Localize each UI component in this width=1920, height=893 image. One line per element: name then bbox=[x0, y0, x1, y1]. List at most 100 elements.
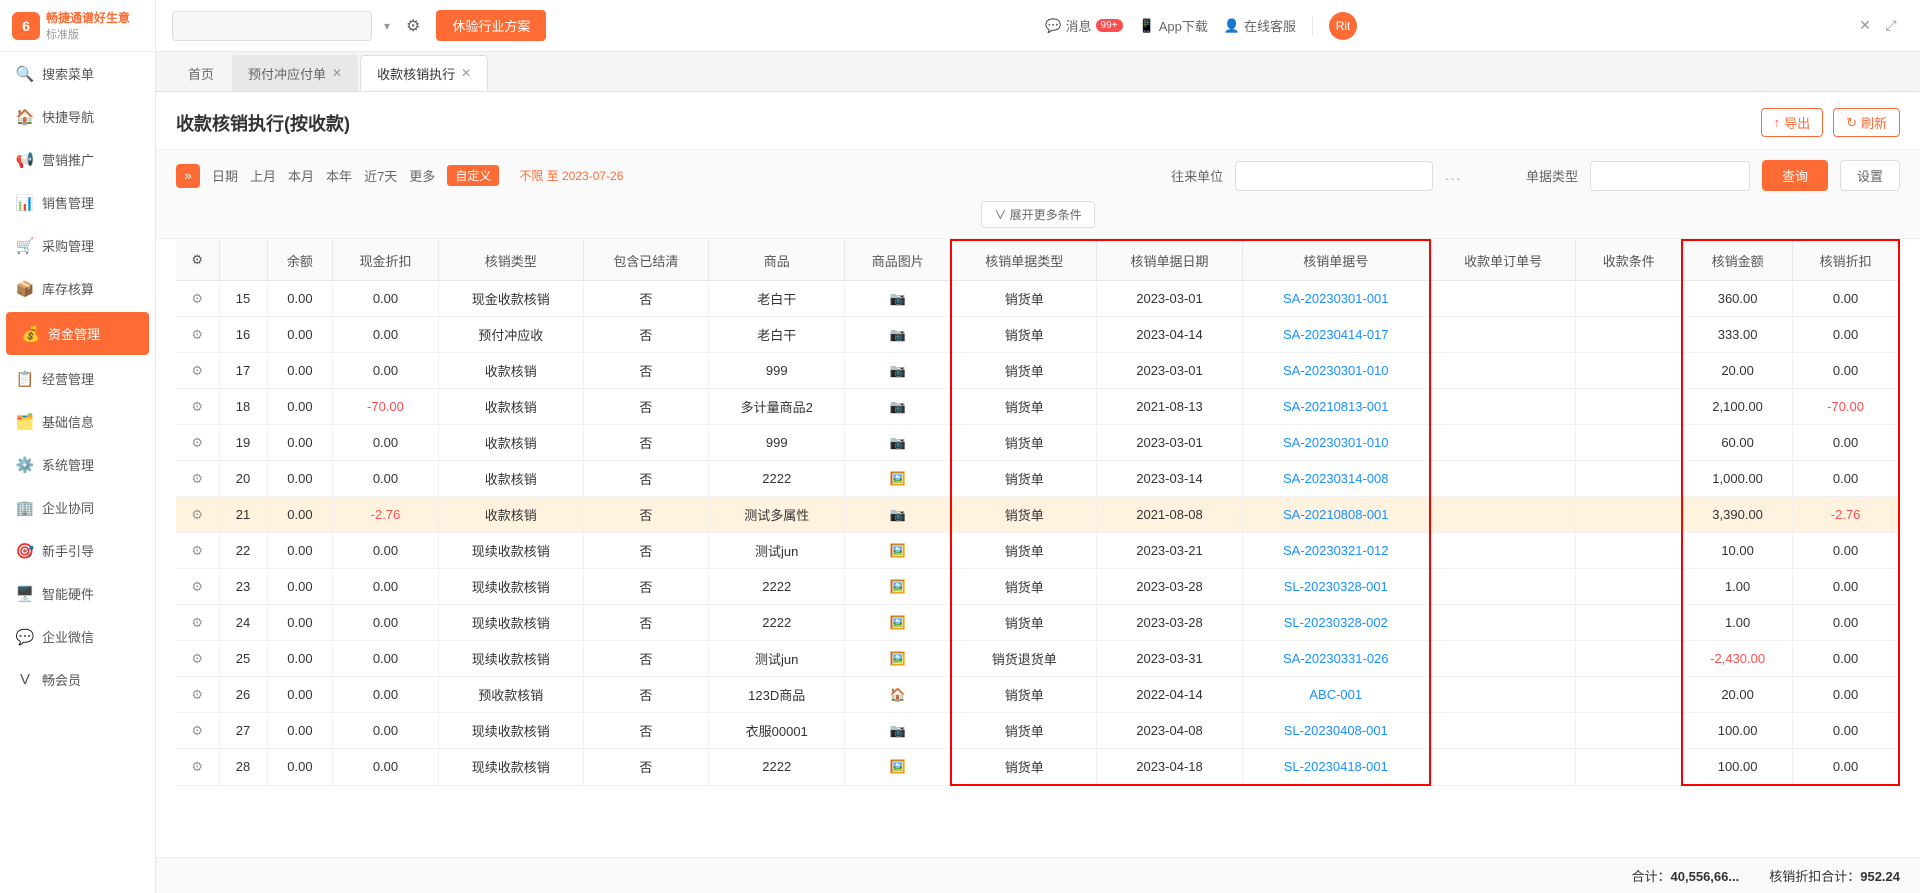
tab-close-icon[interactable]: ✕ bbox=[332, 66, 342, 80]
gear-icon[interactable]: ⚙ bbox=[191, 759, 203, 774]
export-button[interactable]: ↑ 导出 bbox=[1761, 108, 1824, 137]
table-cell[interactable]: SA-20210808-001 bbox=[1242, 497, 1430, 533]
bill-no-link[interactable]: SL-20230418-001 bbox=[1284, 759, 1388, 774]
gear-icon[interactable]: ⚙ bbox=[191, 399, 203, 414]
gear-icon[interactable]: ⚙ bbox=[191, 579, 203, 594]
table-cell[interactable]: SA-20230301-001 bbox=[1242, 281, 1430, 317]
bill-no-link[interactable]: SA-20210808-001 bbox=[1283, 507, 1389, 522]
gear-icon[interactable]: ⚙ bbox=[191, 723, 203, 738]
filter-expand-button[interactable]: » bbox=[176, 164, 200, 188]
gear-icon[interactable]: ⚙ bbox=[191, 471, 203, 486]
this-month-link[interactable]: 本月 bbox=[288, 166, 314, 185]
message-button[interactable]: 💬 消息 99+ bbox=[1045, 16, 1122, 35]
gear-icon[interactable]: ⚙ bbox=[191, 435, 203, 450]
table-cell[interactable]: SA-20230301-010 bbox=[1242, 425, 1430, 461]
bill-no-link[interactable]: SA-20230414-017 bbox=[1283, 327, 1389, 342]
table-cell[interactable]: ⚙ bbox=[176, 749, 219, 786]
maximize-button[interactable]: ⤢ bbox=[1882, 17, 1900, 35]
sidebar-item-wechat[interactable]: 💬企业微信 bbox=[0, 615, 155, 658]
table-cell[interactable]: SA-20230331-026 bbox=[1242, 641, 1430, 677]
expand-more-button[interactable]: ∨ 展开更多条件 bbox=[981, 201, 1094, 228]
last-month-link[interactable]: 上月 bbox=[250, 166, 276, 185]
bill-no-link[interactable]: SA-20230301-010 bbox=[1283, 435, 1389, 450]
table-cell[interactable]: SA-20230314-008 bbox=[1242, 461, 1430, 497]
gear-icon[interactable]: ⚙ bbox=[191, 291, 203, 306]
sidebar-item-marketing[interactable]: 📢营销推广 bbox=[0, 138, 155, 181]
online-service-button[interactable]: 👤 在线客服 bbox=[1224, 16, 1296, 35]
bill-no-link[interactable]: ABC-001 bbox=[1309, 687, 1362, 702]
sidebar-item-purchase[interactable]: 🛒采购管理 bbox=[0, 224, 155, 267]
sidebar-item-enterprise[interactable]: 🏢企业协同 bbox=[0, 486, 155, 529]
tab-home[interactable]: 首页 bbox=[172, 55, 230, 91]
table-cell[interactable]: ⚙ bbox=[176, 317, 219, 353]
table-cell[interactable]: ⚙ bbox=[176, 569, 219, 605]
sidebar-item-operation[interactable]: 📋经营管理 bbox=[0, 357, 155, 400]
query-button[interactable]: 查询 bbox=[1762, 160, 1828, 191]
tab-prepay[interactable]: 预付冲应付单✕ bbox=[232, 55, 358, 91]
table-cell[interactable]: ⚙ bbox=[176, 497, 219, 533]
search-input[interactable] bbox=[172, 11, 372, 41]
gear-icon[interactable]: ⚙ bbox=[191, 651, 203, 666]
bill-no-link[interactable]: SA-20210813-001 bbox=[1283, 399, 1389, 414]
gear-icon[interactable]: ⚙ bbox=[191, 507, 203, 522]
gear-icon[interactable]: ⚙ bbox=[191, 363, 203, 378]
table-cell[interactable]: ⚙ bbox=[176, 425, 219, 461]
sidebar-item-basic[interactable]: 🗂️基础信息 bbox=[0, 400, 155, 443]
gear-icon[interactable]: ⚙ bbox=[191, 687, 203, 702]
table-cell[interactable]: SA-20230321-012 bbox=[1242, 533, 1430, 569]
sidebar-item-sales[interactable]: 📊销售管理 bbox=[0, 181, 155, 224]
gear-icon[interactable]: ⚙ bbox=[191, 543, 203, 558]
sidebar-item-shortcut[interactable]: 🏠快捷导航 bbox=[0, 95, 155, 138]
industry-solution-button[interactable]: 休验行业方案 bbox=[436, 10, 546, 41]
party-input[interactable] bbox=[1235, 161, 1433, 191]
dropdown-chevron-icon[interactable]: ▾ bbox=[384, 19, 390, 33]
user-avatar[interactable]: Rit bbox=[1329, 12, 1357, 40]
app-download-button[interactable]: 📱 App下载 bbox=[1139, 16, 1208, 35]
table-cell[interactable]: ⚙ bbox=[176, 641, 219, 677]
table-cell[interactable]: SA-20210813-001 bbox=[1242, 389, 1430, 425]
refresh-button[interactable]: ↻ 刷新 bbox=[1833, 108, 1900, 137]
bill-no-link[interactable]: SL-20230328-002 bbox=[1284, 615, 1388, 630]
table-cell[interactable]: ⚙ bbox=[176, 389, 219, 425]
bill-no-link[interactable]: SA-20230331-026 bbox=[1283, 651, 1389, 666]
table-cell[interactable]: SA-20230414-017 bbox=[1242, 317, 1430, 353]
settings-icon[interactable]: ⚙ bbox=[402, 12, 424, 40]
table-cell[interactable]: ⚙ bbox=[176, 713, 219, 749]
sidebar-item-member[interactable]: V畅会员 bbox=[0, 658, 155, 701]
table-cell[interactable]: ⚙ bbox=[176, 677, 219, 713]
order-type-select[interactable] bbox=[1590, 161, 1750, 191]
more-date-link[interactable]: 更多 bbox=[409, 166, 435, 185]
table-cell[interactable]: ⚙ bbox=[176, 281, 219, 317]
table-cell[interactable]: ⚙ bbox=[176, 353, 219, 389]
gear-icon[interactable]: ⚙ bbox=[191, 327, 203, 342]
bill-no-link[interactable]: SA-20230321-012 bbox=[1283, 543, 1389, 558]
table-cell[interactable]: SL-20230418-001 bbox=[1242, 749, 1430, 786]
this-year-link[interactable]: 本年 bbox=[326, 166, 352, 185]
table-cell[interactable]: SL-20230328-001 bbox=[1242, 569, 1430, 605]
7days-link[interactable]: 近7天 bbox=[364, 166, 397, 185]
bill-no-link[interactable]: SA-20230301-010 bbox=[1283, 363, 1389, 378]
table-cell[interactable]: SL-20230328-002 bbox=[1242, 605, 1430, 641]
table-cell[interactable]: ⚙ bbox=[176, 461, 219, 497]
filter-setting-button[interactable]: 设置 bbox=[1840, 160, 1900, 191]
bill-no-link[interactable]: SA-20230301-001 bbox=[1283, 291, 1389, 306]
bill-no-link[interactable]: SL-20230328-001 bbox=[1284, 579, 1388, 594]
sidebar-item-finance[interactable]: 💰资金管理 bbox=[6, 312, 149, 355]
custom-date-button[interactable]: 自定义 bbox=[447, 165, 499, 186]
tab-close-icon[interactable]: ✕ bbox=[461, 66, 471, 80]
sidebar-item-guide[interactable]: 🎯新手引导 bbox=[0, 529, 155, 572]
tab-receipt[interactable]: 收款核销执行✕ bbox=[360, 55, 488, 91]
sidebar-item-inventory[interactable]: 📦库存核算 bbox=[0, 267, 155, 310]
table-cell[interactable]: SA-20230301-010 bbox=[1242, 353, 1430, 389]
table-cell[interactable]: ⚙ bbox=[176, 533, 219, 569]
close-button[interactable]: ✕ bbox=[1856, 17, 1874, 35]
table-cell[interactable]: ABC-001 bbox=[1242, 677, 1430, 713]
gear-icon[interactable]: ⚙ bbox=[191, 615, 203, 630]
sidebar-item-hardware[interactable]: 🖥️智能硬件 bbox=[0, 572, 155, 615]
bill-no-link[interactable]: SL-20230408-001 bbox=[1284, 723, 1388, 738]
table-cell[interactable]: ⚙ bbox=[176, 605, 219, 641]
table-cell[interactable]: SL-20230408-001 bbox=[1242, 713, 1430, 749]
party-dots[interactable]: ... bbox=[1445, 168, 1462, 183]
bill-no-link[interactable]: SA-20230314-008 bbox=[1283, 471, 1389, 486]
sidebar-item-system[interactable]: ⚙️系统管理 bbox=[0, 443, 155, 486]
